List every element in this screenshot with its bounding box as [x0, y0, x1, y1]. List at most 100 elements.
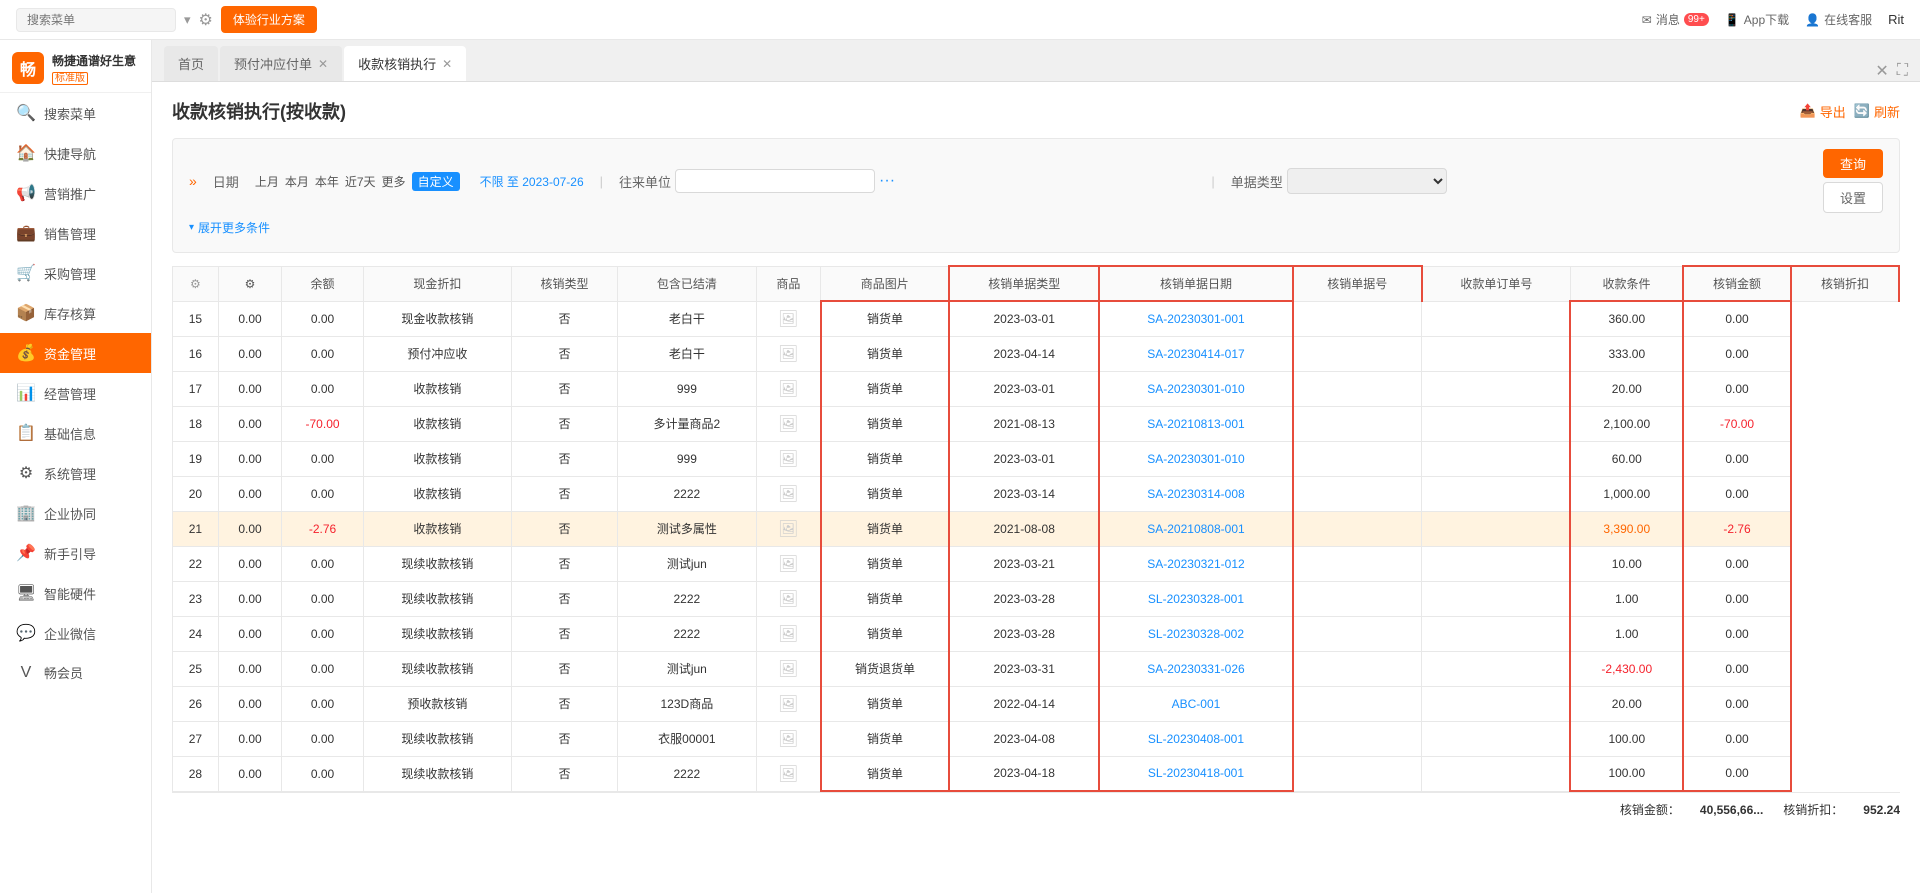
writeoff-no-link[interactable]: SA-20230414-017 [1147, 347, 1244, 361]
cell-writeoff-no[interactable]: SA-20210813-001 [1099, 406, 1293, 441]
cell-writeoff-no[interactable]: SL-20230408-001 [1099, 721, 1293, 756]
industry-btn[interactable]: 体验行业方案 [221, 6, 317, 33]
cell-receipt-condition [1422, 686, 1571, 721]
cell-goods-image: 🖼 [756, 406, 820, 441]
cell-writeoff-type: 现续收款核销 [363, 616, 511, 651]
export-btn[interactable]: 📤 导出 [1800, 102, 1846, 121]
sidebar-item-quick-nav[interactable]: 🏠快捷导航 [0, 133, 151, 173]
cell-balance: 0.00 [218, 581, 281, 616]
cell-writeoff-discount: 0.00 [1683, 371, 1791, 406]
cell-goods-image: 🖼 [756, 441, 820, 476]
writeoff-no-link[interactable]: SA-20210813-001 [1147, 417, 1244, 431]
tab-home[interactable]: 首页 [164, 46, 218, 81]
writeoff-no-link[interactable]: SA-20230331-026 [1147, 662, 1244, 676]
cell-writeoff-no[interactable]: SA-20230331-026 [1099, 651, 1293, 686]
sidebar-item-finance[interactable]: 💰资金管理 [0, 333, 151, 373]
messages-btn[interactable]: ✉ 消息 99+ [1642, 11, 1709, 28]
online-service-btn[interactable]: 👤 在线客服 [1805, 11, 1872, 28]
sidebar-item-system[interactable]: ⚙系统管理 [0, 453, 151, 493]
cell-include-settled: 否 [511, 336, 617, 371]
writeoff-no-link[interactable]: SA-20230314-008 [1147, 487, 1244, 501]
date-filter-label: 日期 [213, 172, 239, 191]
cell-writeoff-no[interactable]: ABC-001 [1099, 686, 1293, 721]
cell-writeoff-no[interactable]: SL-20230418-001 [1099, 756, 1293, 791]
sidebar-item-purchase[interactable]: 🛒采购管理 [0, 253, 151, 293]
writeoff-no-link[interactable]: SA-20230301-010 [1147, 382, 1244, 396]
receipt-type-select[interactable] [1287, 168, 1447, 194]
cell-writeoff-no[interactable]: SA-20230321-012 [1099, 546, 1293, 581]
cell-writeoff-no[interactable]: SL-20230328-001 [1099, 581, 1293, 616]
cell-writeoff-no[interactable]: SA-20230301-010 [1099, 441, 1293, 476]
sidebar-item-search-menu[interactable]: 🔍搜索菜单 [0, 93, 151, 133]
dropdown-icon[interactable]: ▾ [184, 12, 191, 28]
sidebar-item-hardware[interactable]: 🖥智能硬件 [0, 573, 151, 613]
date-7days[interactable]: 近7天 [345, 173, 376, 190]
date-this-month[interactable]: 本月 [285, 173, 309, 190]
counterpart-input[interactable] [675, 169, 875, 193]
sidebar-item-guide[interactable]: 📌新手引导 [0, 533, 151, 573]
gear-icon[interactable]: ⚙ [199, 10, 213, 30]
cell-writeoff-no[interactable]: SA-20230301-001 [1099, 301, 1293, 336]
app-download-btn[interactable]: 📱 App下载 [1725, 11, 1789, 28]
query-btn[interactable]: 查询 [1823, 149, 1883, 178]
sidebar-item-member[interactable]: V畅会员 [0, 653, 151, 692]
sidebar-item-enterprise[interactable]: 🏢企业协同 [0, 493, 151, 533]
cell-writeoff-no[interactable]: SA-20210808-001 [1099, 511, 1293, 546]
writeoff-no-link[interactable]: ABC-001 [1172, 697, 1221, 711]
app-label: App下载 [1744, 11, 1789, 28]
refresh-btn[interactable]: 🔄 刷新 [1854, 102, 1900, 121]
cell-writeoff-amount: -2,430.00 [1570, 651, 1683, 686]
sidebar-item-sales[interactable]: 💼销售管理 [0, 213, 151, 253]
expand-conditions-btn[interactable]: ▾ 展开更多条件 [189, 219, 1883, 236]
writeoff-no-link[interactable]: SL-20230418-001 [1148, 766, 1244, 780]
table-settings-gear[interactable]: ⚙ [190, 277, 201, 291]
close-window-btn[interactable]: ✕ [1875, 61, 1888, 81]
sidebar-item-operation[interactable]: 📊经营管理 [0, 373, 151, 413]
tab-close-receivable[interactable]: ✕ [442, 57, 452, 71]
writeoff-no-link[interactable]: SA-20230301-001 [1147, 312, 1244, 326]
cell-writeoff-no[interactable]: SA-20230301-010 [1099, 371, 1293, 406]
cell-cash-discount: 0.00 [282, 686, 364, 721]
table-row: 190.000.00收款核销否999🖼销货单2023-03-01SA-20230… [173, 441, 1900, 476]
writeoff-no-link[interactable]: SA-20230321-012 [1147, 557, 1244, 571]
cell-writeoff-no[interactable]: SA-20230414-017 [1099, 336, 1293, 371]
user-name[interactable]: Rit [1888, 12, 1904, 27]
cell-cash-discount: -2.76 [282, 511, 364, 546]
date-this-year[interactable]: 本年 [315, 173, 339, 190]
table-container: ⚙⚙余额现金折扣核销类型包含已结清商品商品图片核销单据类型核销单据日期核销单据号… [172, 265, 1900, 792]
tab-prepay[interactable]: 预付冲应付单✕ [220, 46, 342, 81]
sidebar-label-basic: 基础信息 [44, 424, 96, 443]
cell-writeoff-no[interactable]: SL-20230328-002 [1099, 616, 1293, 651]
writeoff-no-link[interactable]: SA-20210808-001 [1147, 522, 1244, 536]
date-prev-month[interactable]: 上月 [255, 173, 279, 190]
sidebar-item-marketing[interactable]: 📢营销推广 [0, 173, 151, 213]
table-row: 250.000.00现续收款核销否测试jun🖼销货退货单2023-03-31SA… [173, 651, 1900, 686]
cell-goods: 2222 [618, 756, 757, 791]
date-more[interactable]: 更多 [382, 173, 406, 190]
search-input[interactable] [16, 8, 176, 32]
writeoff-no-link[interactable]: SL-20230328-001 [1148, 592, 1244, 606]
sidebar-label-quick-nav: 快捷导航 [44, 144, 96, 163]
cell-writeoff-no[interactable]: SA-20230314-008 [1099, 476, 1293, 511]
sidebar-item-basic[interactable]: 📋基础信息 [0, 413, 151, 453]
col-header-receipt_order_no: 收款单订单号 [1422, 266, 1571, 301]
counterpart-more-btn[interactable]: ··· [879, 172, 895, 190]
tab-close-prepay[interactable]: ✕ [318, 57, 328, 71]
writeoff-no-link[interactable]: SL-20230408-001 [1148, 732, 1244, 746]
sidebar-item-wechat[interactable]: 💬企业微信 [0, 613, 151, 653]
cell-receipt-order-no [1293, 756, 1422, 791]
maximize-btn[interactable]: ⛶ [1897, 62, 1908, 80]
writeoff-no-link[interactable]: SL-20230328-002 [1148, 627, 1244, 641]
cell-include-settled: 否 [511, 371, 617, 406]
date-custom[interactable]: 自定义 [412, 172, 460, 191]
sidebar-item-inventory[interactable]: 📦库存核算 [0, 293, 151, 333]
writeoff-no-link[interactable]: SA-20230301-010 [1147, 452, 1244, 466]
cell-rowno: 19 [173, 441, 219, 476]
settings-btn[interactable]: 设置 [1823, 182, 1883, 213]
sidebar-label-operation: 经营管理 [44, 384, 96, 403]
cell-receipt-order-no [1293, 511, 1422, 546]
sidebar-icon-guide: 📌 [16, 543, 36, 563]
filter-expand-arrow[interactable]: » [189, 173, 197, 189]
tab-receivable[interactable]: 收款核销执行✕ [344, 46, 466, 81]
col-header-include_settled: 包含已结清 [618, 266, 757, 301]
